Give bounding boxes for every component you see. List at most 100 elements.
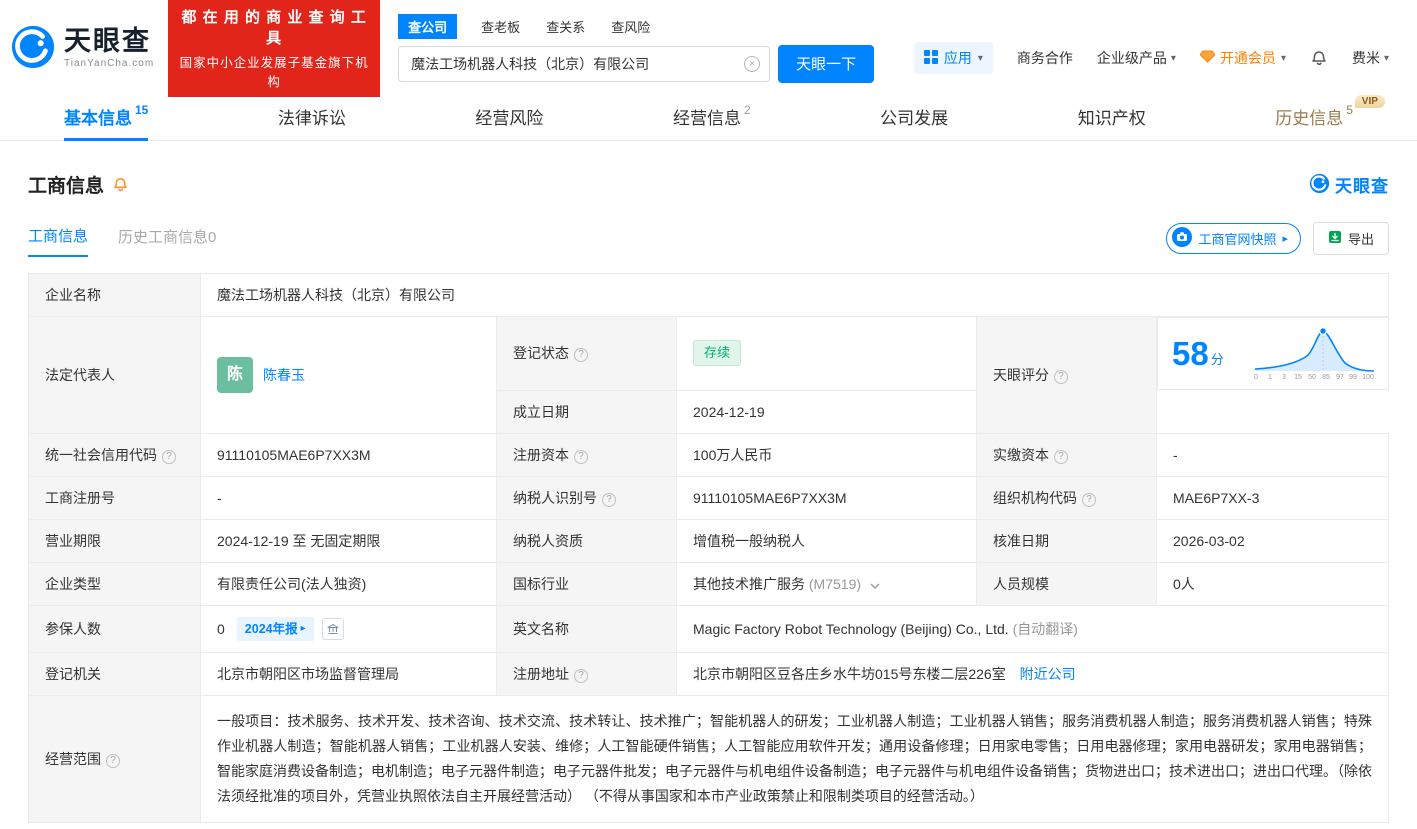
- industry-code: (M7519): [808, 575, 862, 592]
- watermark-logo-text: 天眼查: [1335, 177, 1389, 196]
- field-label: 经营范围: [45, 750, 101, 767]
- vip-diamond-icon: [1199, 50, 1216, 66]
- help-icon[interactable]: ?: [1082, 492, 1096, 507]
- credit-code-value: 91110105MAE6P7XX3M: [217, 446, 371, 463]
- table-row: 营业期限 2024-12-19 至 无固定期限 纳税人资质 增值税一般纳税人 核…: [28, 518, 1389, 563]
- field-label: 天眼评分: [993, 366, 1049, 383]
- field-label: 注册资本: [513, 446, 569, 463]
- field-label: 纳税人资质: [513, 532, 583, 549]
- nearby-companies-link[interactable]: 附近公司: [1020, 666, 1076, 682]
- notification-bell-button[interactable]: [1310, 49, 1328, 67]
- legal-rep-link[interactable]: 陈春玉: [263, 365, 305, 385]
- official-snapshot-button[interactable]: 工商官网快照 ▸: [1166, 223, 1301, 254]
- business-cooperation-link[interactable]: 商务合作: [1017, 48, 1073, 68]
- svg-text:50: 50: [1308, 374, 1316, 380]
- search-input[interactable]: [398, 45, 771, 82]
- business-scope-value: 一般项目：技术服务、技术开发、技术咨询、技术交流、技术转让、技术推广；智能机器人…: [217, 712, 1372, 804]
- enterprise-products-label: 企业级产品: [1096, 50, 1167, 66]
- reg-capital-value: 100万人民币: [693, 446, 773, 463]
- company-type-value: 有限责任公司(法人独资): [217, 575, 367, 592]
- svg-text:99: 99: [1349, 374, 1357, 380]
- enterprise-products-menu[interactable]: 企业级产品 ▾: [1097, 48, 1176, 68]
- export-button-label: 导出: [1347, 232, 1374, 247]
- tab-legal-proceedings[interactable]: 法律诉讼: [278, 92, 346, 140]
- subtab-history-business-info[interactable]: 历史工商信息0: [118, 226, 216, 256]
- apps-menu-label: 应用: [943, 50, 972, 66]
- arrow-right-icon: ▸: [1282, 233, 1288, 245]
- score-value: 58: [1172, 335, 1209, 372]
- help-icon[interactable]: ?: [162, 449, 176, 464]
- tab-count: 2: [743, 103, 751, 117]
- paid-capital-value: -: [1173, 446, 1178, 463]
- taxpayer-quality-value: 增值税一般纳税人: [693, 532, 805, 549]
- svg-text:3: 3: [1282, 374, 1286, 380]
- chevron-down-icon: ▾: [1383, 52, 1389, 64]
- field-label: 法定代表人: [45, 366, 115, 383]
- apps-menu-button[interactable]: 应用 ▾: [913, 42, 993, 74]
- business-term-value: 2024-12-19 至 无固定期限: [217, 532, 381, 549]
- tab-label: 基本信息: [64, 108, 132, 128]
- promo-banner: 都 在 用 的 商 业 查 询 工 具 国家中小企业发展子基金旗下机构: [168, 0, 381, 97]
- business-info-table: 企业名称 魔法工场机器人科技（北京）有限公司 法定代表人 陈 陈春玉 登记状态?…: [28, 273, 1389, 823]
- tab-operating-info[interactable]: 经营信息 2: [673, 92, 751, 140]
- svg-text:0: 0: [1254, 374, 1258, 380]
- user-name: 费米: [1351, 50, 1380, 66]
- tianyancha-logo[interactable]: 天眼查 TianYanCha.com: [10, 24, 154, 73]
- export-button[interactable]: 导出: [1312, 222, 1389, 255]
- social-insurance-agency-button[interactable]: [321, 617, 344, 640]
- svg-text:97: 97: [1336, 374, 1344, 380]
- score-cell: 58 分 0 1 3 15 50 85 97 99 100: [1157, 317, 1389, 390]
- tab-operating-risk[interactable]: 经营风险: [475, 92, 543, 140]
- search-tab-risk[interactable]: 查风险: [609, 14, 652, 39]
- field-label: 参保人数: [45, 620, 101, 637]
- bank-icon: [327, 623, 339, 634]
- field-label: 成立日期: [513, 403, 569, 420]
- search-clear-icon[interactable]: ×: [744, 55, 761, 72]
- field-label: 人员规模: [993, 575, 1049, 592]
- user-menu[interactable]: 费米 ▾: [1352, 48, 1389, 68]
- export-icon: [1328, 230, 1342, 247]
- tab-label: 经营信息: [672, 108, 741, 128]
- subtab-business-info[interactable]: 工商信息: [28, 225, 89, 257]
- company-name-label-cell: 企业名称: [28, 273, 201, 317]
- company-name-value: 魔法工场机器人科技（北京）有限公司: [217, 287, 455, 303]
- help-icon[interactable]: ?: [602, 492, 616, 507]
- field-label: 统一社会信用代码: [45, 446, 157, 463]
- chevron-down-icon: ▾: [1280, 52, 1286, 64]
- help-icon[interactable]: ?: [1054, 369, 1068, 384]
- bell-icon: [114, 178, 127, 192]
- legal-rep-avatar: 陈: [217, 356, 253, 393]
- field-label: 企业类型: [45, 575, 101, 592]
- snapshot-button-label: 工商官网快照: [1198, 232, 1277, 247]
- help-icon[interactable]: ?: [106, 753, 120, 768]
- search-button[interactable]: 天眼一下: [778, 44, 875, 83]
- tab-company-development[interactable]: 公司发展: [880, 92, 948, 140]
- tab-intellectual-property[interactable]: 知识产权: [1078, 92, 1146, 140]
- help-icon[interactable]: ?: [574, 668, 588, 683]
- search-tab-boss[interactable]: 查老板: [479, 14, 522, 39]
- company-nav-tabs: 基本信息 15 法律诉讼 经营风险 经营信息 2 公司发展 知识产权 历史信息 …: [0, 92, 1417, 141]
- table-row: 企业类型 有限责任公司(法人独资) 国标行业 其他技术推广服务 (M7519) …: [28, 561, 1389, 606]
- help-icon[interactable]: ?: [1054, 449, 1068, 464]
- annual-report-badge[interactable]: 2024年报 ▸: [236, 616, 314, 641]
- logo-brand-text: 天眼查: [64, 25, 151, 56]
- search-tab-company[interactable]: 查公司: [398, 13, 458, 39]
- table-row: 企业名称 魔法工场机器人科技（北京）有限公司: [28, 273, 1389, 317]
- tab-label: 历史信息: [1275, 108, 1344, 128]
- snapshot-camera-icon: [1172, 227, 1193, 250]
- status-badge: 存续: [693, 340, 742, 367]
- chevron-down-icon[interactable]: [870, 576, 880, 592]
- search-tab-relation[interactable]: 查关系: [544, 14, 587, 39]
- subtab-row: 工商信息 历史工商信息0 工商官网快照 ▸ 导出: [0, 198, 1417, 259]
- help-icon[interactable]: ?: [574, 449, 588, 464]
- table-row: 工商注册号 - 纳税人识别号? 91110105MAE6P7XX3M 组织机构代…: [28, 475, 1389, 520]
- open-vip-button[interactable]: 开通会员 ▾: [1199, 48, 1286, 68]
- subscribe-bell-button[interactable]: [112, 176, 129, 193]
- chevron-down-icon: ▾: [977, 52, 983, 64]
- tab-basic-info[interactable]: 基本信息 15: [64, 92, 149, 141]
- help-icon[interactable]: ?: [574, 348, 588, 363]
- field-label: 国标行业: [513, 575, 569, 592]
- apps-grid-icon: [923, 49, 938, 67]
- tab-history-info[interactable]: 历史信息 5 VIP: [1275, 92, 1385, 140]
- field-label: 核准日期: [993, 532, 1049, 549]
